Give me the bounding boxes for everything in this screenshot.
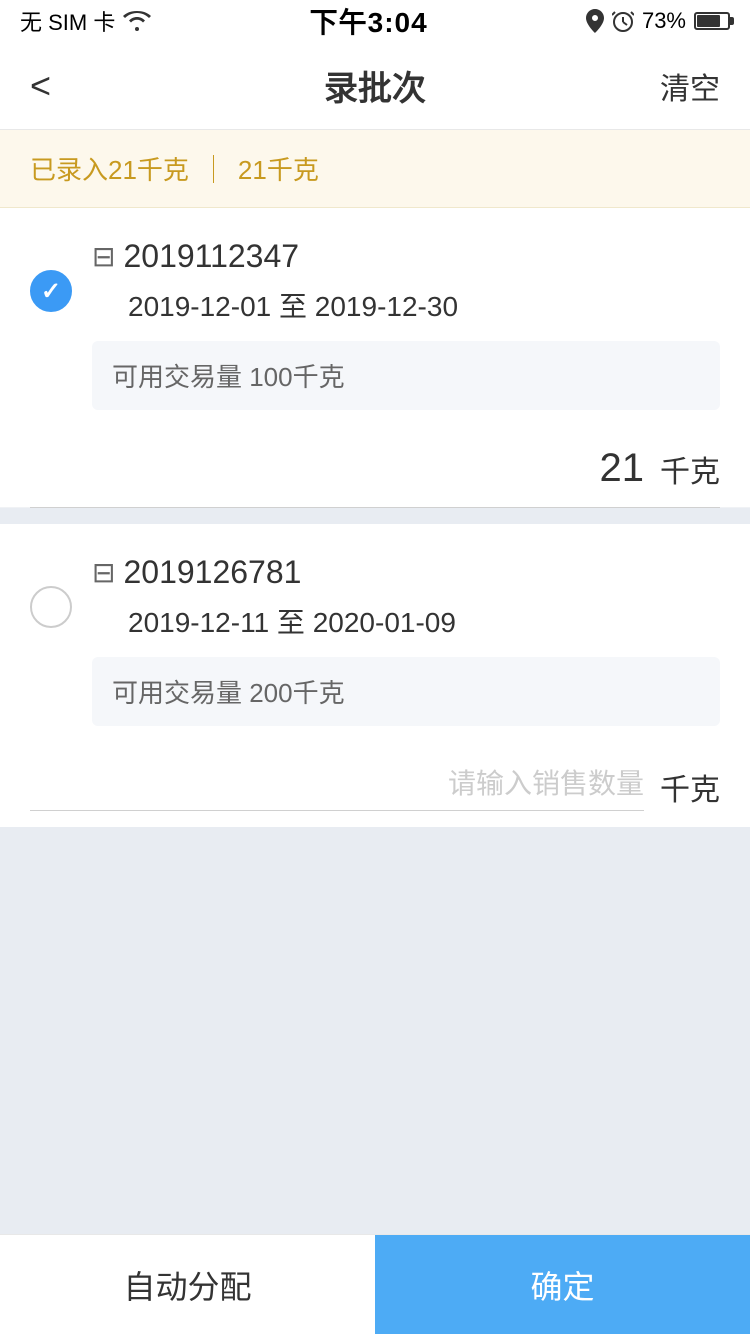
batch2-unit: 千克 <box>660 765 720 809</box>
back-button[interactable]: < <box>30 65 90 107</box>
alarm-icon <box>612 9 634 33</box>
bottom-bar: 自动分配 确定 <box>0 1234 750 1334</box>
status-time: 下午3:04 <box>310 1 428 41</box>
batch2-doc-icon: ⊟ <box>92 556 115 589</box>
page-title: 录批次 <box>324 61 426 110</box>
batch2-radio[interactable] <box>30 586 72 628</box>
section-divider <box>0 508 750 524</box>
batch1-content: ⊟ 2019112347 2019-12-01 至 2019-12-30 可用交… <box>92 238 720 430</box>
batch2-available: 可用交易量 200千克 <box>92 657 720 726</box>
wifi-icon <box>123 11 151 31</box>
batch1-quantity-row: 21 千克 <box>0 430 750 507</box>
batch2-id-row: ⊟ 2019126781 <box>92 554 720 591</box>
status-left: 无 SIM 卡 <box>20 5 151 37</box>
batch1-radio[interactable] <box>30 270 72 312</box>
nav-bar: < 录批次 清空 <box>0 42 750 130</box>
batch2-input-placeholder: 请输入销售数量 <box>448 762 644 802</box>
total-amount: 21千克 <box>238 150 319 187</box>
batch1-quantity-unit: 千克 <box>660 447 720 491</box>
location-icon <box>586 9 604 33</box>
recorded-amount: 已录入21千克 <box>30 150 189 187</box>
status-bar: 无 SIM 卡 下午3:04 73% <box>0 0 750 42</box>
batch2-input-row: 请输入销售数量 千克 <box>0 746 750 827</box>
batch1-id-row: ⊟ 2019112347 <box>92 238 720 275</box>
confirm-button[interactable]: 确定 <box>375 1235 750 1334</box>
batch1-date: 2019-12-01 至 2019-12-30 <box>128 285 720 325</box>
summary-banner: 已录入21千克 21千克 <box>0 130 750 208</box>
status-right: 73% <box>586 8 730 34</box>
battery-icon <box>694 12 730 30</box>
auto-distribute-button[interactable]: 自动分配 <box>0 1235 375 1334</box>
batch-item-1: ⊟ 2019112347 2019-12-01 至 2019-12-30 可用交… <box>0 208 750 430</box>
batch1-id: 2019112347 <box>123 238 299 275</box>
summary-divider <box>213 155 214 183</box>
carrier-text: 无 SIM 卡 <box>20 5 115 37</box>
battery-text: 73% <box>642 8 686 34</box>
batch-item-2: ⊟ 2019126781 2019-12-11 至 2020-01-09 可用交… <box>0 524 750 746</box>
batch2-content: ⊟ 2019126781 2019-12-11 至 2020-01-09 可用交… <box>92 554 720 746</box>
batch1-available: 可用交易量 100千克 <box>92 341 720 410</box>
batch2-date: 2019-12-11 至 2020-01-09 <box>128 601 720 641</box>
clear-button[interactable]: 清空 <box>660 64 720 108</box>
batch1-doc-icon: ⊟ <box>92 240 115 273</box>
batch1-quantity-value: 21 <box>584 446 644 491</box>
batch2-id: 2019126781 <box>123 554 301 591</box>
